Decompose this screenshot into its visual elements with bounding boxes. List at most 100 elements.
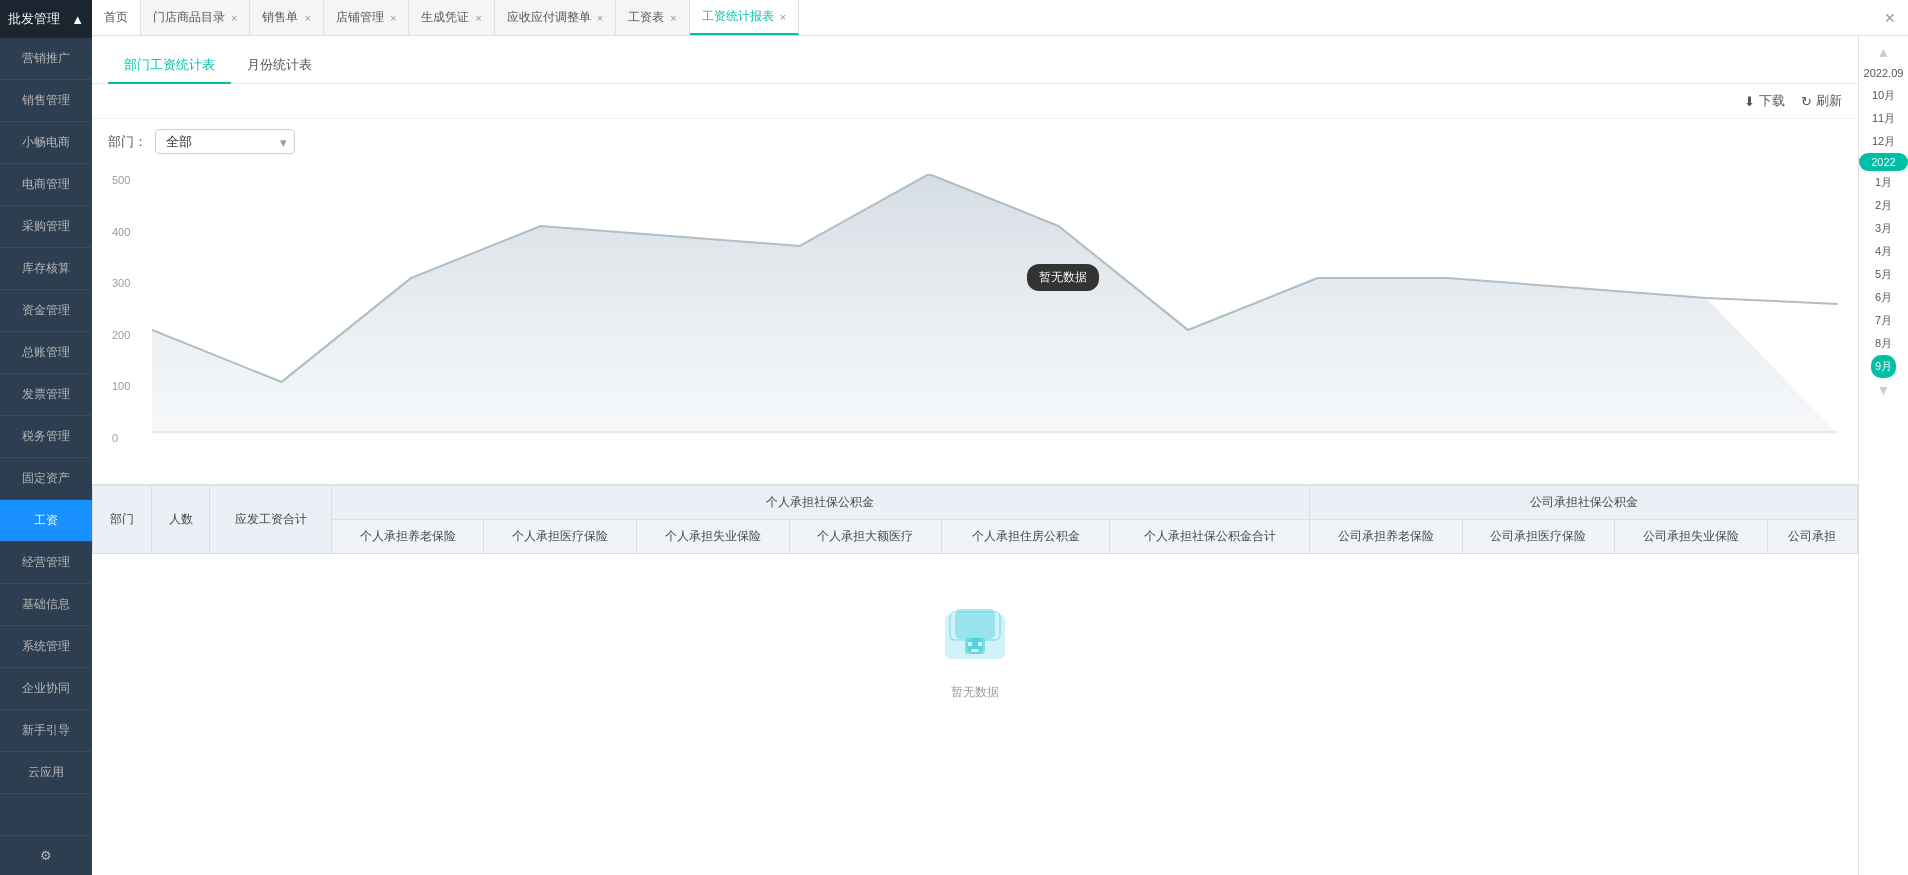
sidebar-item-企业协同[interactable]: 企业协同 [0, 668, 92, 710]
sidebar-item-销售管理[interactable]: 销售管理 [0, 80, 92, 122]
sidebar-item-小畅电商[interactable]: 小畅电商 [0, 122, 92, 164]
col-sub-4: 个人承担住房公积金 [942, 520, 1110, 554]
month-2023-8月[interactable]: 8月 [1871, 332, 1896, 355]
month-2022-11月[interactable]: 11月 [1868, 107, 1899, 130]
y-label-0: 0 [112, 432, 130, 444]
col-sub-1: 个人承担医疗保险 [484, 520, 637, 554]
sidebar-item-固定资产[interactable]: 固定资产 [0, 458, 92, 500]
col-sub-3: 个人承担大额医疗 [789, 520, 942, 554]
department-select[interactable]: 全部 [155, 129, 295, 154]
tab-close-工资统计报表[interactable]: × [780, 11, 786, 23]
download-button[interactable]: ⬇ 下载 [1744, 92, 1785, 110]
month-2023-6月[interactable]: 6月 [1871, 286, 1896, 309]
col-total-salary: 应发工资合计 [210, 486, 331, 554]
y-label-400: 400 [112, 226, 130, 238]
sub-tab-月份统计表[interactable]: 月份统计表 [231, 48, 328, 84]
month-2023-4月[interactable]: 4月 [1871, 240, 1896, 263]
col-group-company: 公司承担社保公积金 [1310, 486, 1858, 520]
tab-店铺管理[interactable]: 店铺管理× [324, 0, 409, 35]
page-content: 部门工资统计表月份统计表 ⬇ 下载 ↻ 刷新 部门： 全部 [92, 36, 1908, 875]
tab-bar: 首页门店商品目录×销售单×店铺管理×生成凭证×应收应付调整单×工资表×工资统计报… [92, 0, 1908, 36]
department-select-wrapper[interactable]: 全部 [155, 129, 295, 154]
col-sub-8: 公司承担失业保险 [1615, 520, 1768, 554]
col-sub-5: 个人承担社保公积金合计 [1110, 520, 1310, 554]
tab-close-应收应付调整单[interactable]: × [597, 12, 603, 24]
sidebar-item-经营管理[interactable]: 经营管理 [0, 542, 92, 584]
tab-close-门店商品目录[interactable]: × [231, 12, 237, 24]
month-2023-9月[interactable]: 9月 [1871, 355, 1896, 378]
empty-state: 暂无数据 [93, 554, 1858, 741]
filter-row: 部门： 全部 [92, 119, 1858, 164]
col-sub-7: 公司承担医疗保险 [1462, 520, 1615, 554]
sub-tab-部门工资统计表[interactable]: 部门工资统计表 [108, 48, 231, 84]
inner-content: 部门工资统计表月份统计表 ⬇ 下载 ↻ 刷新 部门： 全部 [92, 36, 1858, 875]
close-all-tabs-button[interactable]: ✕ [1872, 10, 1908, 26]
y-label-500: 500 [112, 174, 130, 186]
prev-year-button[interactable]: ▲ [1873, 40, 1895, 64]
tab-close-生成凭证[interactable]: × [475, 12, 481, 24]
tab-应收应付调整单[interactable]: 应收应付调整单× [495, 0, 616, 35]
sidebar-header[interactable]: 批发管理 ▲ [0, 0, 92, 38]
y-label-200: 200 [112, 329, 130, 341]
chart-svg [152, 174, 1838, 434]
sidebar-item-电商管理[interactable]: 电商管理 [0, 164, 92, 206]
sidebar-item-工资[interactable]: 工资 [0, 500, 92, 542]
sidebar-item-采购管理[interactable]: 采购管理 [0, 206, 92, 248]
col-dept: 部门 [93, 486, 152, 554]
tab-工资统计报表[interactable]: 工资统计报表× [690, 0, 799, 35]
tab-销售单[interactable]: 销售单× [250, 0, 323, 35]
col-sub-6: 公司承担养老保险 [1310, 520, 1463, 554]
next-year-button[interactable]: ▼ [1873, 378, 1895, 402]
settings-button[interactable]: ⚙ [0, 835, 92, 875]
sidebar-item-营销推广[interactable]: 营销推广 [0, 38, 92, 80]
tab-close-工资表[interactable]: × [670, 12, 676, 24]
tab-生成凭证[interactable]: 生成凭证× [409, 0, 494, 35]
year-2022-label[interactable]: 2022.09 [1860, 64, 1908, 82]
col-people: 人数 [151, 486, 210, 554]
col-sub-2: 个人承担失业保险 [636, 520, 789, 554]
month-2023-5月[interactable]: 5月 [1871, 263, 1896, 286]
sidebar-item-资金管理[interactable]: 资金管理 [0, 290, 92, 332]
download-icon: ⬇ [1744, 94, 1755, 109]
sidebar-item-基础信息[interactable]: 基础信息 [0, 584, 92, 626]
salary-table: 部门 人数 应发工资合计 个人承担社保公积金 公司承担社保公积金 个人承担养老保… [92, 485, 1858, 741]
tab-close-店铺管理[interactable]: × [390, 12, 396, 24]
sidebar-item-发票管理[interactable]: 发票管理 [0, 374, 92, 416]
sub-tab-bar: 部门工资统计表月份统计表 [92, 36, 1858, 84]
sidebar: 批发管理 ▲ 营销推广销售管理小畅电商电商管理采购管理库存核算资金管理总账管理发… [0, 0, 92, 875]
tab-门店商品目录[interactable]: 门店商品目录× [141, 0, 250, 35]
chart-area: 0 100 200 300 400 500 [92, 164, 1858, 484]
y-label-300: 300 [112, 277, 130, 289]
sidebar-toggle-icon: ▲ [71, 12, 84, 27]
refresh-icon: ↻ [1801, 94, 1812, 109]
col-sub-0: 个人承担养老保险 [331, 520, 484, 554]
tab-close-销售单[interactable]: × [304, 12, 310, 24]
sidebar-item-税务管理[interactable]: 税务管理 [0, 416, 92, 458]
month-2022-12月[interactable]: 12月 [1868, 130, 1899, 153]
sidebar-item-总账管理[interactable]: 总账管理 [0, 332, 92, 374]
month-2023-1月[interactable]: 1月 [1871, 171, 1896, 194]
chart-area-fill [152, 174, 1838, 434]
right-panel: ▲ 2022.09 10月11月12月 2022 1月2月3月4月5月6月7月8… [1858, 36, 1908, 875]
main-content: 首页门店商品目录×销售单×店铺管理×生成凭证×应收应付调整单×工资表×工资统计报… [92, 0, 1908, 875]
tab-首页[interactable]: 首页 [92, 0, 141, 35]
refresh-button[interactable]: ↻ 刷新 [1801, 92, 1842, 110]
month-2023-7月[interactable]: 7月 [1871, 309, 1896, 332]
empty-label: 暂无数据 [951, 684, 999, 701]
sidebar-item-新手引导[interactable]: 新手引导 [0, 710, 92, 752]
month-2023-3月[interactable]: 3月 [1871, 217, 1896, 240]
year-2022-badge[interactable]: 2022 [1859, 153, 1908, 171]
month-2023-2月[interactable]: 2月 [1871, 194, 1896, 217]
toolbar: ⬇ 下载 ↻ 刷新 [92, 84, 1858, 119]
sidebar-item-系统管理[interactable]: 系统管理 [0, 626, 92, 668]
settings-icon: ⚙ [40, 848, 52, 863]
tab-工资表[interactable]: 工资表× [616, 0, 689, 35]
table-container[interactable]: 部门 人数 应发工资合计 个人承担社保公积金 公司承担社保公积金 个人承担养老保… [92, 484, 1858, 875]
sidebar-item-库存核算[interactable]: 库存核算 [0, 248, 92, 290]
y-label-100: 100 [112, 380, 130, 392]
col-sub-9: 公司承担 [1767, 520, 1857, 554]
refresh-label: 刷新 [1816, 92, 1842, 110]
sidebar-title: 批发管理 [8, 10, 60, 28]
month-2022-10月[interactable]: 10月 [1868, 84, 1899, 107]
sidebar-item-云应用[interactable]: 云应用 [0, 752, 92, 794]
